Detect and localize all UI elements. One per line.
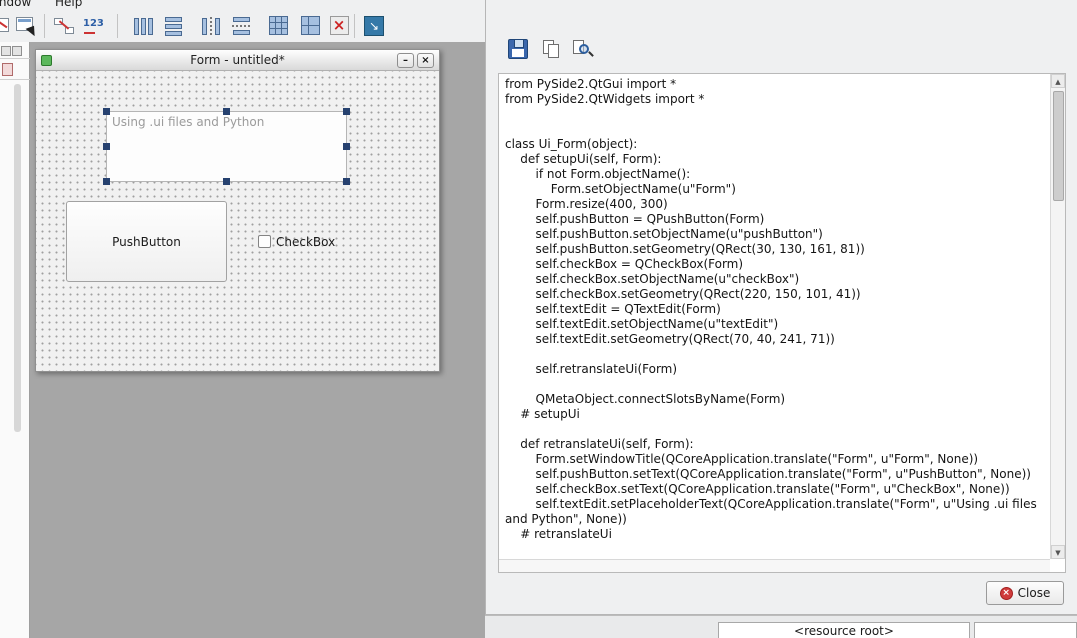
resource-tree[interactable]: <resource root>: [718, 622, 970, 638]
icon-shape: [269, 16, 288, 35]
icon-shape: [141, 18, 146, 35]
form-window-icon: [41, 55, 52, 66]
icon-shape: [18, 19, 31, 22]
resource-root-item[interactable]: <resource root>: [794, 624, 894, 638]
save-icon[interactable]: [506, 37, 530, 61]
code-preview-dialog: from PySide2.QtGui import * from PySide2…: [485, 0, 1077, 615]
icon-shape: ×: [330, 16, 349, 35]
toolbar-separator: [354, 14, 355, 38]
icon-shape: [301, 16, 320, 35]
break-layout-icon[interactable]: ×: [327, 14, 351, 38]
sidebar-divider: [0, 79, 30, 80]
icon-shape: [233, 17, 250, 22]
selection-handle[interactable]: [103, 143, 110, 150]
close-button-label: Close: [1018, 586, 1051, 600]
edit-signals-icon[interactable]: [0, 14, 14, 38]
selection-handle[interactable]: [343, 108, 350, 115]
icon-shape: [134, 18, 139, 35]
scroll-down-icon[interactable]: ▼: [1051, 545, 1065, 559]
icon-shape: [232, 25, 250, 27]
pushbutton-label: PushButton: [112, 235, 181, 249]
close-circle-icon: ×: [1000, 587, 1013, 600]
icon-shape: [165, 31, 182, 36]
checkbox-widget[interactable]: CheckBox: [256, 221, 357, 262]
selection-handle[interactable]: [103, 108, 110, 115]
edit-buddies-icon[interactable]: [52, 14, 76, 38]
tab-order-icon[interactable]: 123: [80, 14, 104, 38]
menubar: Window Help: [0, 0, 485, 9]
layout-horizontal-icon[interactable]: [131, 14, 155, 38]
layout-splitter-vertical-icon[interactable]: [229, 14, 253, 38]
icon-shape: [508, 39, 528, 59]
menu-help[interactable]: Help: [55, 0, 82, 9]
close-window-button[interactable]: ×: [417, 53, 434, 68]
selection-handle[interactable]: [103, 178, 110, 185]
sidebar-divider: [0, 58, 30, 59]
layout-splitter-horizontal-icon[interactable]: [199, 14, 223, 38]
resource-browser-panel: <resource root>: [485, 615, 1077, 638]
selection-handle[interactable]: [343, 143, 350, 150]
checkbox-label: CheckBox: [276, 235, 335, 249]
selection-handle[interactable]: [223, 178, 230, 185]
icon-shape: [148, 18, 153, 35]
icon-shape: [215, 18, 220, 35]
find-icon[interactable]: [570, 37, 594, 61]
dock-close-icon[interactable]: [12, 46, 22, 56]
form-window[interactable]: Form - untitled* – × Using .ui files and…: [35, 49, 440, 372]
main-toolbar: 123 × ↘: [0, 9, 485, 42]
filter-icon[interactable]: [2, 63, 13, 76]
icon-shape: [84, 32, 95, 34]
pushbutton-widget[interactable]: PushButton: [66, 201, 227, 282]
icon-shape: [165, 17, 182, 22]
toolbar-separator: [44, 14, 45, 38]
icon-shape: [588, 51, 594, 57]
layout-vertical-icon[interactable]: [161, 14, 185, 38]
mdi-area: Form - untitled* – × Using .ui files and…: [30, 42, 485, 638]
horizontal-scrollbar[interactable]: [499, 559, 1050, 572]
icon-shape: [233, 30, 250, 35]
code-text[interactable]: from PySide2.QtGui import * from PySide2…: [499, 74, 1050, 559]
edit-widgets-icon[interactable]: [14, 14, 38, 38]
widgetbox-sidebar: [0, 42, 30, 638]
textedit-placeholder: Using .ui files and Python: [112, 115, 264, 129]
selection-handle[interactable]: [343, 178, 350, 185]
icon-shape: [548, 44, 559, 58]
scroll-up-icon[interactable]: ▲: [1051, 74, 1065, 88]
form-titlebar[interactable]: Form - untitled* – ×: [36, 50, 439, 71]
selection-handle[interactable]: [223, 108, 230, 115]
minimize-button[interactable]: –: [397, 53, 414, 68]
dock-float-icon[interactable]: [1, 46, 11, 56]
icon-shape: [202, 18, 207, 35]
icon-shape: ↘: [364, 16, 384, 36]
code-area: from PySide2.QtGui import * from PySide2…: [498, 73, 1066, 573]
copy-icon[interactable]: [540, 37, 564, 61]
checkbox-indicator[interactable]: [258, 235, 271, 248]
adjust-size-icon[interactable]: ↘: [362, 14, 386, 38]
layout-form-icon[interactable]: [298, 14, 322, 38]
layout-grid-icon[interactable]: [266, 14, 290, 38]
form-window-title: Form - untitled*: [36, 50, 439, 71]
resource-detail-pane: [974, 622, 1077, 638]
tab-order-numbers: 123: [83, 18, 104, 29]
textedit-widget[interactable]: Using .ui files and Python: [106, 111, 347, 182]
cursor-arrow-icon: [26, 26, 38, 38]
scrollbar-thumb[interactable]: [1053, 91, 1064, 201]
icon-shape: [210, 17, 212, 35]
icon-shape: [59, 20, 69, 29]
toolbar-separator: [117, 14, 118, 38]
form-canvas[interactable]: Using .ui files and Python PushButton Ch…: [36, 71, 439, 371]
dialog-close-button[interactable]: × Close: [986, 581, 1064, 605]
menu-window[interactable]: Window: [0, 0, 31, 9]
icon-shape: [165, 24, 182, 29]
sidebar-scrollbar[interactable]: [14, 84, 21, 432]
vertical-scrollbar[interactable]: ▲ ▼: [1050, 74, 1065, 559]
qt-designer-screen: Window Help 123: [0, 0, 1077, 638]
